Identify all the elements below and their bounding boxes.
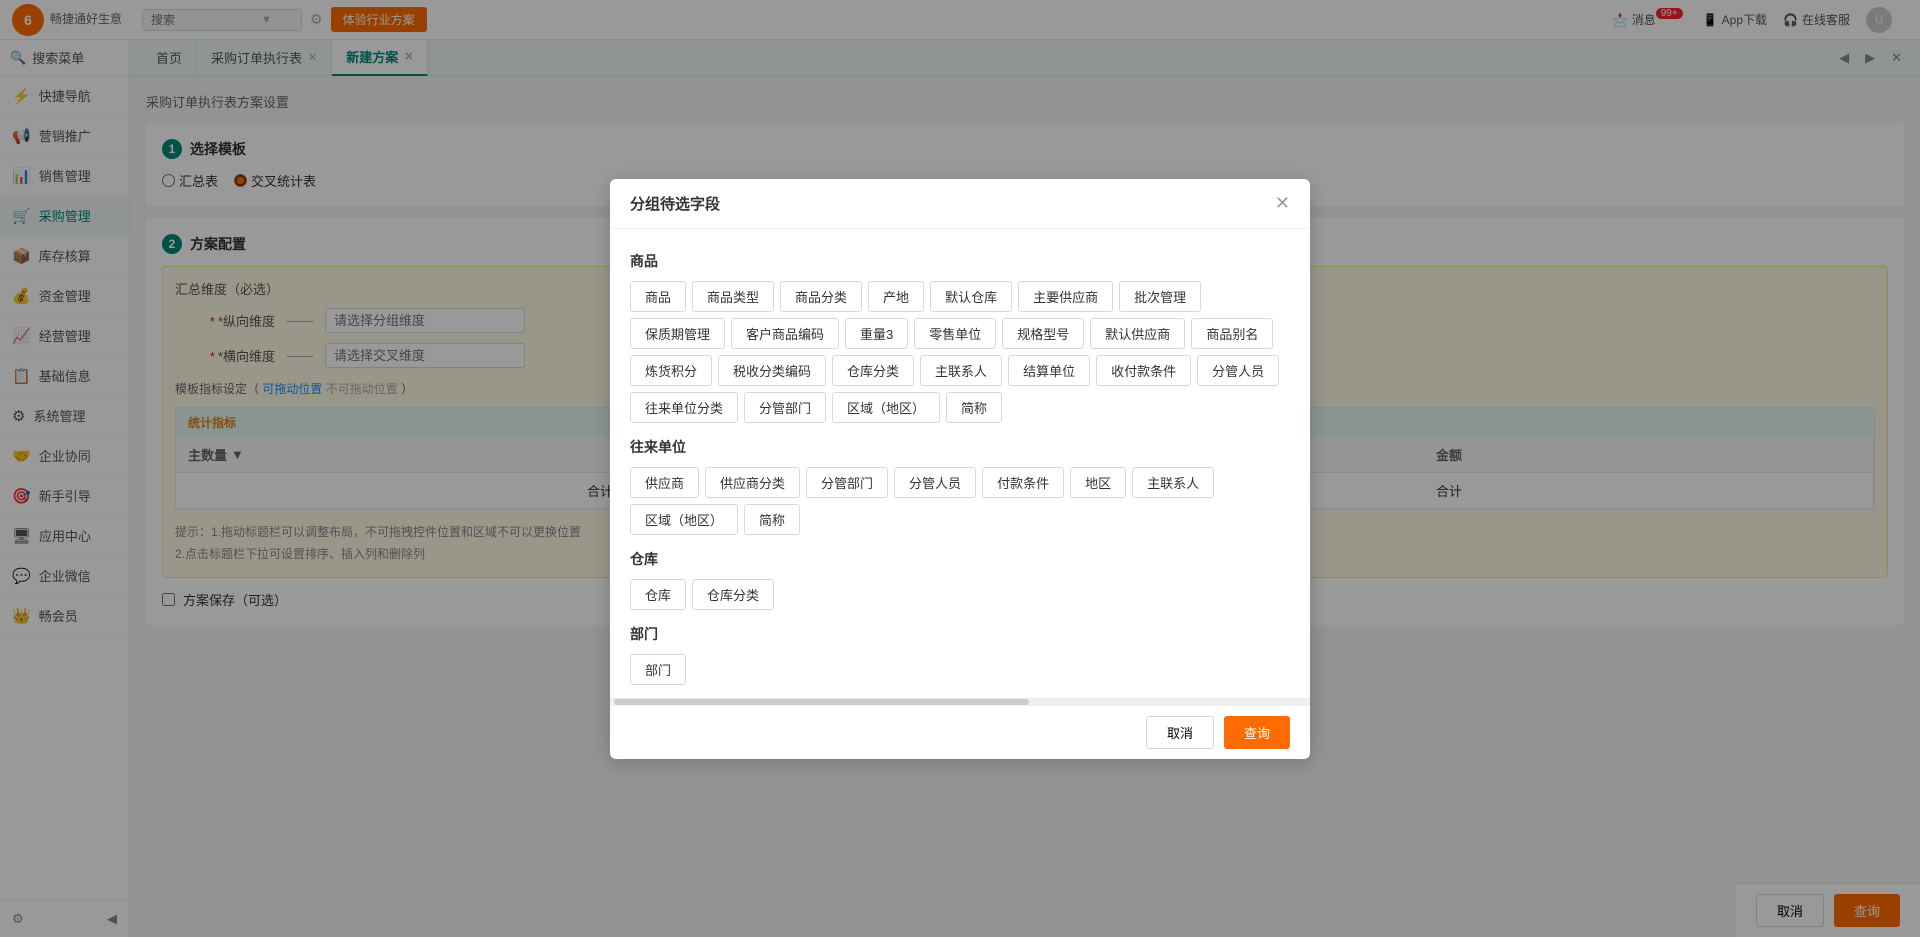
field-tag-payment-terms[interactable]: 收付款条件 xyxy=(1096,355,1191,386)
field-tag-supervisor[interactable]: 分管人员 xyxy=(1197,355,1279,386)
field-tag-short-name2[interactable]: 简称 xyxy=(744,504,800,535)
field-tag-region2[interactable]: 区域（地区） xyxy=(630,504,738,535)
field-tag-goods-type[interactable]: 商品类型 xyxy=(692,281,774,312)
field-tag-default-warehouse[interactable]: 默认仓库 xyxy=(930,281,1012,312)
modal-title: 分组待选字段 xyxy=(630,193,720,214)
field-tag-retail-unit[interactable]: 零售单位 xyxy=(914,318,996,349)
field-tag-counterpart-category[interactable]: 往来单位分类 xyxy=(630,392,738,423)
modal-header: 分组待选字段 ✕ xyxy=(610,179,1310,229)
field-tag-warehouse-cat[interactable]: 仓库分类 xyxy=(692,579,774,610)
modal-close-btn[interactable]: ✕ xyxy=(1275,193,1290,214)
field-tag-area[interactable]: 地区 xyxy=(1070,467,1126,498)
field-tag-supplier[interactable]: 供应商 xyxy=(630,467,699,498)
field-tag-dept[interactable]: 分管部门 xyxy=(744,392,826,423)
field-tag-refine-score[interactable]: 炼货积分 xyxy=(630,355,712,386)
field-tag-managed-dept[interactable]: 分管部门 xyxy=(806,467,888,498)
modal-body: 商品 商品 商品类型 商品分类 产地 默认仓库 主要供应商 批次管理 保质期管理… xyxy=(610,229,1310,698)
section-dept-fields: 部门 xyxy=(630,654,1290,685)
field-tag-default-supplier[interactable]: 默认供应商 xyxy=(1090,318,1185,349)
section-goods-fields: 商品 商品类型 商品分类 产地 默认仓库 主要供应商 批次管理 保质期管理 客户… xyxy=(630,281,1290,423)
field-tag-goods[interactable]: 商品 xyxy=(630,281,686,312)
field-tag-origin[interactable]: 产地 xyxy=(868,281,924,312)
field-tag-warehouse[interactable]: 仓库 xyxy=(630,579,686,610)
field-tag-tax-code[interactable]: 税收分类编码 xyxy=(718,355,826,386)
field-tag-main-supplier[interactable]: 主要供应商 xyxy=(1018,281,1113,312)
field-tag-managed-person[interactable]: 分管人员 xyxy=(894,467,976,498)
section-warehouse-title: 仓库 xyxy=(630,549,1290,569)
modal-cancel-btn[interactable]: 取消 xyxy=(1146,716,1214,749)
field-tag-main-contact[interactable]: 主联系人 xyxy=(920,355,1002,386)
section-dept-title: 部门 xyxy=(630,624,1290,644)
field-tag-short-name[interactable]: 简称 xyxy=(946,392,1002,423)
field-tag-goods-alias[interactable]: 商品别名 xyxy=(1191,318,1273,349)
field-tag-goods-category[interactable]: 商品分类 xyxy=(780,281,862,312)
section-counterpart-title: 往来单位 xyxy=(630,437,1290,457)
field-tag-shelf-life[interactable]: 保质期管理 xyxy=(630,318,725,349)
field-tag-batch-mgmt[interactable]: 批次管理 xyxy=(1119,281,1201,312)
field-tag-warehouse-category[interactable]: 仓库分类 xyxy=(832,355,914,386)
field-select-modal: 分组待选字段 ✕ 商品 商品 商品类型 商品分类 产地 默认仓库 主要供应商 批… xyxy=(610,179,1310,759)
modal-overlay[interactable]: 分组待选字段 ✕ 商品 商品 商品类型 商品分类 产地 默认仓库 主要供应商 批… xyxy=(0,0,1920,937)
field-tag-weight3[interactable]: 重量3 xyxy=(845,318,908,349)
section-counterpart-fields: 供应商 供应商分类 分管部门 分管人员 付款条件 地区 主联系人 区域（地区） … xyxy=(630,467,1290,535)
section-warehouse-fields: 仓库 仓库分类 xyxy=(630,579,1290,610)
field-tag-region[interactable]: 区域（地区） xyxy=(832,392,940,423)
field-tag-settlement-unit[interactable]: 结算单位 xyxy=(1008,355,1090,386)
modal-confirm-btn[interactable]: 查询 xyxy=(1224,716,1290,749)
field-tag-main-contact2[interactable]: 主联系人 xyxy=(1132,467,1214,498)
section-goods-title: 商品 xyxy=(630,251,1290,271)
field-tag-customer-code[interactable]: 客户商品编码 xyxy=(731,318,839,349)
modal-hscroll[interactable] xyxy=(610,698,1310,705)
field-tag-spec-model[interactable]: 规格型号 xyxy=(1002,318,1084,349)
field-tag-dept2[interactable]: 部门 xyxy=(630,654,686,685)
field-tag-pay-condition[interactable]: 付款条件 xyxy=(982,467,1064,498)
modal-footer: 取消 查询 xyxy=(610,705,1310,759)
field-tag-supplier-category[interactable]: 供应商分类 xyxy=(705,467,800,498)
